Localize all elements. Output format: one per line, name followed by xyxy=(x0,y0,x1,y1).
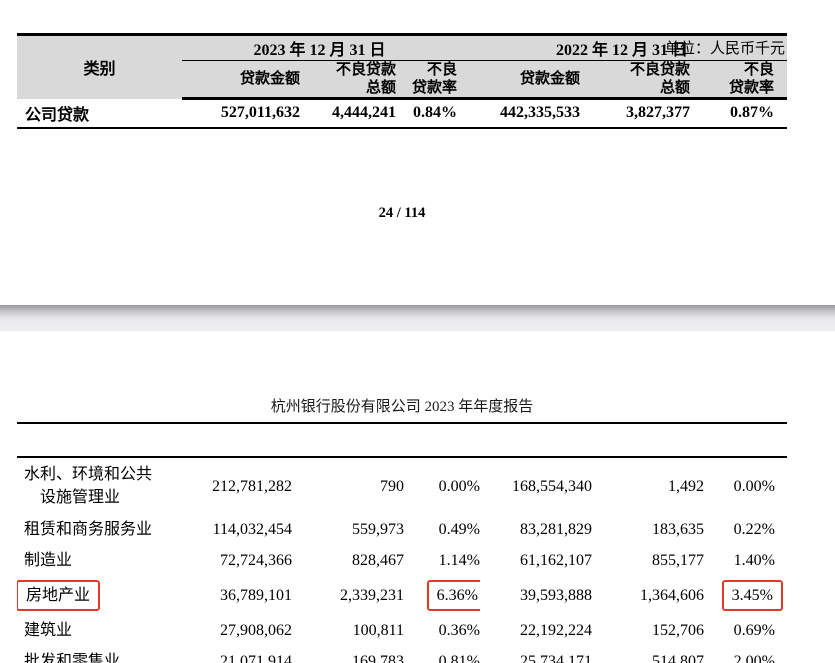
table-cell: 2,339,231 xyxy=(292,576,404,615)
loan-amount-2022-header: 贷款金额 xyxy=(457,61,580,99)
table-cell: 168,554,340 xyxy=(480,457,592,514)
table-cell: 0.36% xyxy=(404,615,480,646)
row-category: 建筑业 xyxy=(17,615,182,646)
npl-total-2022-header: 不良贷款 总额 xyxy=(580,61,690,99)
table-row-water-environment: 水利、环境和公共 设施管理业 212,781,282 790 0.00% 168… xyxy=(17,457,787,514)
period-2023-header: 2023 年 12 月 31 日 xyxy=(182,35,457,61)
page-separator xyxy=(0,305,835,331)
table-cell: 0.49% xyxy=(404,514,480,545)
table-cell: 1.40% xyxy=(704,545,787,576)
npl-total-2023-header: 不良贷款 总额 xyxy=(300,61,396,99)
table-cell: 790 xyxy=(292,457,404,514)
table-cell: 4,444,241 xyxy=(300,99,396,128)
table-cell: 83,281,829 xyxy=(480,514,592,545)
table-cell: 27,908,062 xyxy=(182,615,292,646)
table-cell: 39,593,888 xyxy=(480,576,592,615)
unit-label: 单位：人民币千元 xyxy=(665,37,785,58)
table-cell: 114,032,454 xyxy=(182,514,292,545)
table-cell: 72,724,366 xyxy=(182,545,292,576)
table-cell: 442,335,533 xyxy=(457,99,580,128)
table-row-wholesale-retail: 批发和零售业 21,071,914 169,783 0.81% 25,734,1… xyxy=(17,646,787,663)
table-row-construction: 建筑业 27,908,062 100,811 0.36% 22,192,224 … xyxy=(17,615,787,646)
pdf-page-25: 杭州银行股份有限公司 2023 年年度报告 水利、环境和公共 设施管理业 212… xyxy=(0,331,835,663)
table-cell: 0.00% xyxy=(704,457,787,514)
pdf-page-24: 单位：人民币千元 类别 2023 年 12 月 31 日 2022 年 12 月… xyxy=(0,33,835,305)
table-cell: 527,011,632 xyxy=(182,99,300,128)
table-row-leasing-business-services: 租赁和商务服务业 114,032,454 559,973 0.49% 83,28… xyxy=(17,514,787,545)
table-cell: 0.81% xyxy=(404,646,480,663)
loan-amount-2023-header: 贷款金额 xyxy=(182,61,300,99)
table-cell: 0.84% xyxy=(396,99,457,128)
highlight-box-real-estate-label: 房地产业 xyxy=(17,580,100,611)
table-cell: 559,973 xyxy=(292,514,404,545)
table-cell: 21,071,914 xyxy=(182,646,292,663)
table-row-manufacturing: 制造业 72,724,366 828,467 1.14% 61,162,107 … xyxy=(17,545,787,576)
table-cell: 152,706 xyxy=(592,615,704,646)
row-category: 公司贷款 xyxy=(17,99,182,128)
table-cell: 169,783 xyxy=(292,646,404,663)
table-cell: 514,807 xyxy=(592,646,704,663)
category-column-header: 类别 xyxy=(17,35,182,99)
npl-ratio-2023-header: 不良 贷款率 xyxy=(396,61,457,99)
table-row-real-estate: 房地产业 36,789,101 2,339,231 6.36% 39,593,8… xyxy=(17,576,787,615)
row-category: 房地产业 xyxy=(17,576,182,615)
page-number-indicator: 24 / 114 xyxy=(17,205,787,222)
table-cell: 100,811 xyxy=(292,615,404,646)
table-cell: 3,827,377 xyxy=(580,99,690,128)
table-row-corporate-loans: 公司贷款 527,011,632 4,444,241 0.84% 442,335… xyxy=(17,99,787,128)
table-cell: 1,492 xyxy=(592,457,704,514)
table-cell: 61,162,107 xyxy=(480,545,592,576)
table-cell: 0.22% xyxy=(704,514,787,545)
table-cell: 36,789,101 xyxy=(182,576,292,615)
loan-detail-table: 水利、环境和公共 设施管理业 212,781,282 790 0.00% 168… xyxy=(17,456,787,663)
table-cell: 0.69% xyxy=(704,615,787,646)
row-category: 租赁和商务服务业 xyxy=(17,514,182,545)
row-category: 制造业 xyxy=(17,545,182,576)
table-cell: 1,364,606 xyxy=(592,576,704,615)
table-cell: 22,192,224 xyxy=(480,615,592,646)
highlight-box-npl-ratio-2022: 3.45% xyxy=(722,580,783,611)
table-cell: 0.00% xyxy=(404,457,480,514)
npl-ratio-2022-header: 不良 贷款率 xyxy=(690,61,787,99)
table-cell: 855,177 xyxy=(592,545,704,576)
table-cell: 1.14% xyxy=(404,545,480,576)
row-category: 水利、环境和公共 设施管理业 xyxy=(17,457,182,514)
table-cell: 2.00% xyxy=(704,646,787,663)
document-header-title: 杭州银行股份有限公司 2023 年年度报告 xyxy=(17,331,787,424)
table-cell: 212,781,282 xyxy=(182,457,292,514)
row-category: 批发和零售业 xyxy=(17,646,182,663)
highlight-box-npl-ratio-2023: 6.36% xyxy=(427,580,480,611)
table-cell: 183,635 xyxy=(592,514,704,545)
table-cell: 0.87% xyxy=(690,99,787,128)
table-cell: 6.36% xyxy=(404,576,480,615)
table-cell: 3.45% xyxy=(704,576,787,615)
table-cell: 828,467 xyxy=(292,545,404,576)
table-cell: 25,734,171 xyxy=(480,646,592,663)
